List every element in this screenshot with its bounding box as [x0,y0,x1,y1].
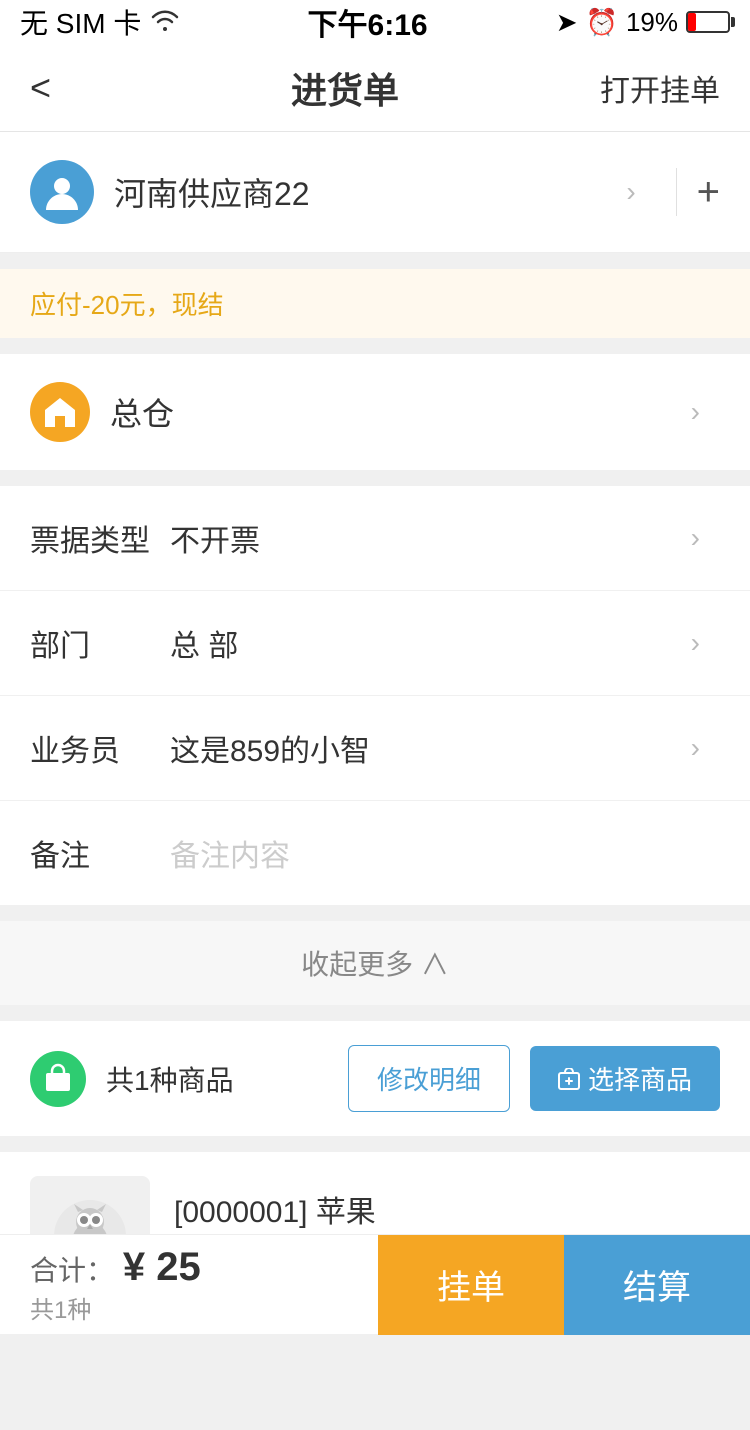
select-product-label: 选择商品 [588,1060,692,1097]
footer-sub-label: 共1种 [30,1290,348,1325]
remark-row[interactable]: 备注 备注内容 [0,801,750,905]
dept-label: 部门 [30,621,150,665]
edit-detail-button[interactable]: 修改明细 [348,1045,510,1112]
alarm-icon: ⏰ [586,7,618,38]
collapse-label: 收起更多 ∧ [301,949,449,980]
warehouse-chevron-icon: › [691,396,700,428]
sales-label: 业务员 [30,726,150,770]
notice-text: 应付-20元，现结 [30,290,224,320]
warehouse-name: 总仓 [110,389,691,435]
battery-icon [686,11,730,33]
status-right: ➤ ⏰ 19% [556,7,730,38]
location-icon: ➤ [556,7,578,38]
total-amount: ¥ 25 [123,1245,201,1289]
add-button[interactable]: + [697,170,720,215]
supplier-chevron-icon: › [626,176,635,208]
hang-button[interactable]: 挂单 [378,1235,564,1335]
status-bar: 无 SIM 卡 下午6:16 ➤ ⏰ 19% [0,0,750,44]
footer-total-row: 合计： ¥ 25 [30,1245,348,1290]
back-button[interactable]: < [30,67,90,109]
remark-label: 备注 [30,831,150,875]
divider [676,168,677,216]
invoice-chevron-icon: › [691,522,700,554]
page-title: 进货单 [291,62,399,114]
products-icon-wrap [30,1051,86,1107]
total-label: 合计： [30,1255,114,1286]
products-count: 共1种商品 [106,1059,328,1099]
sales-value: 这是859的小智 [150,726,691,770]
nav-bar: < 进货单 打开挂单 [0,44,750,132]
warehouse-icon-wrap [30,382,90,442]
notice-bar: 应付-20元，现结 [0,269,750,338]
remark-input[interactable]: 备注内容 [150,831,720,875]
settle-button[interactable]: 结算 [564,1235,750,1335]
status-left: 无 SIM 卡 [20,2,179,42]
warehouse-row[interactable]: 总仓 › [0,354,750,470]
carrier-label: 无 SIM 卡 [20,2,141,42]
invoice-label: 票据类型 [30,516,150,560]
dept-row[interactable]: 部门 总 部 › [0,591,750,696]
dept-value: 总 部 [150,621,691,665]
dept-chevron-icon: › [691,627,700,659]
footer: 合计： ¥ 25 共1种 挂单 结算 [0,1234,750,1334]
invoice-row[interactable]: 票据类型 不开票 › [0,486,750,591]
product-title: 苹果 [316,1196,376,1229]
select-product-button[interactable]: 选择商品 [530,1046,720,1111]
collapse-bar[interactable]: 收起更多 ∧ [0,921,750,1005]
sales-row[interactable]: 业务员 这是859的小智 › [0,696,750,801]
product-code: [0000001] [174,1196,307,1229]
status-time: 下午6:16 [308,0,428,44]
form-section: 票据类型 不开票 › 部门 总 部 › 业务员 这是859的小智 › 备注 备注… [0,486,750,905]
wifi-icon [151,6,179,38]
invoice-value: 不开票 [150,516,691,560]
supplier-row[interactable]: 河南供应商22 › + [0,132,750,253]
supplier-name: 河南供应商22 [114,169,626,215]
products-header: 共1种商品 修改明细 选择商品 [0,1021,750,1136]
supplier-avatar [30,160,94,224]
open-hang-button[interactable]: 打开挂单 [600,66,720,110]
battery-percent: 19% [626,7,678,38]
footer-total: 合计： ¥ 25 共1种 [0,1245,378,1325]
sales-chevron-icon: › [691,732,700,764]
product-name: [0000001] 苹果 [174,1187,668,1231]
supplier-card: 河南供应商22 › + [0,132,750,253]
